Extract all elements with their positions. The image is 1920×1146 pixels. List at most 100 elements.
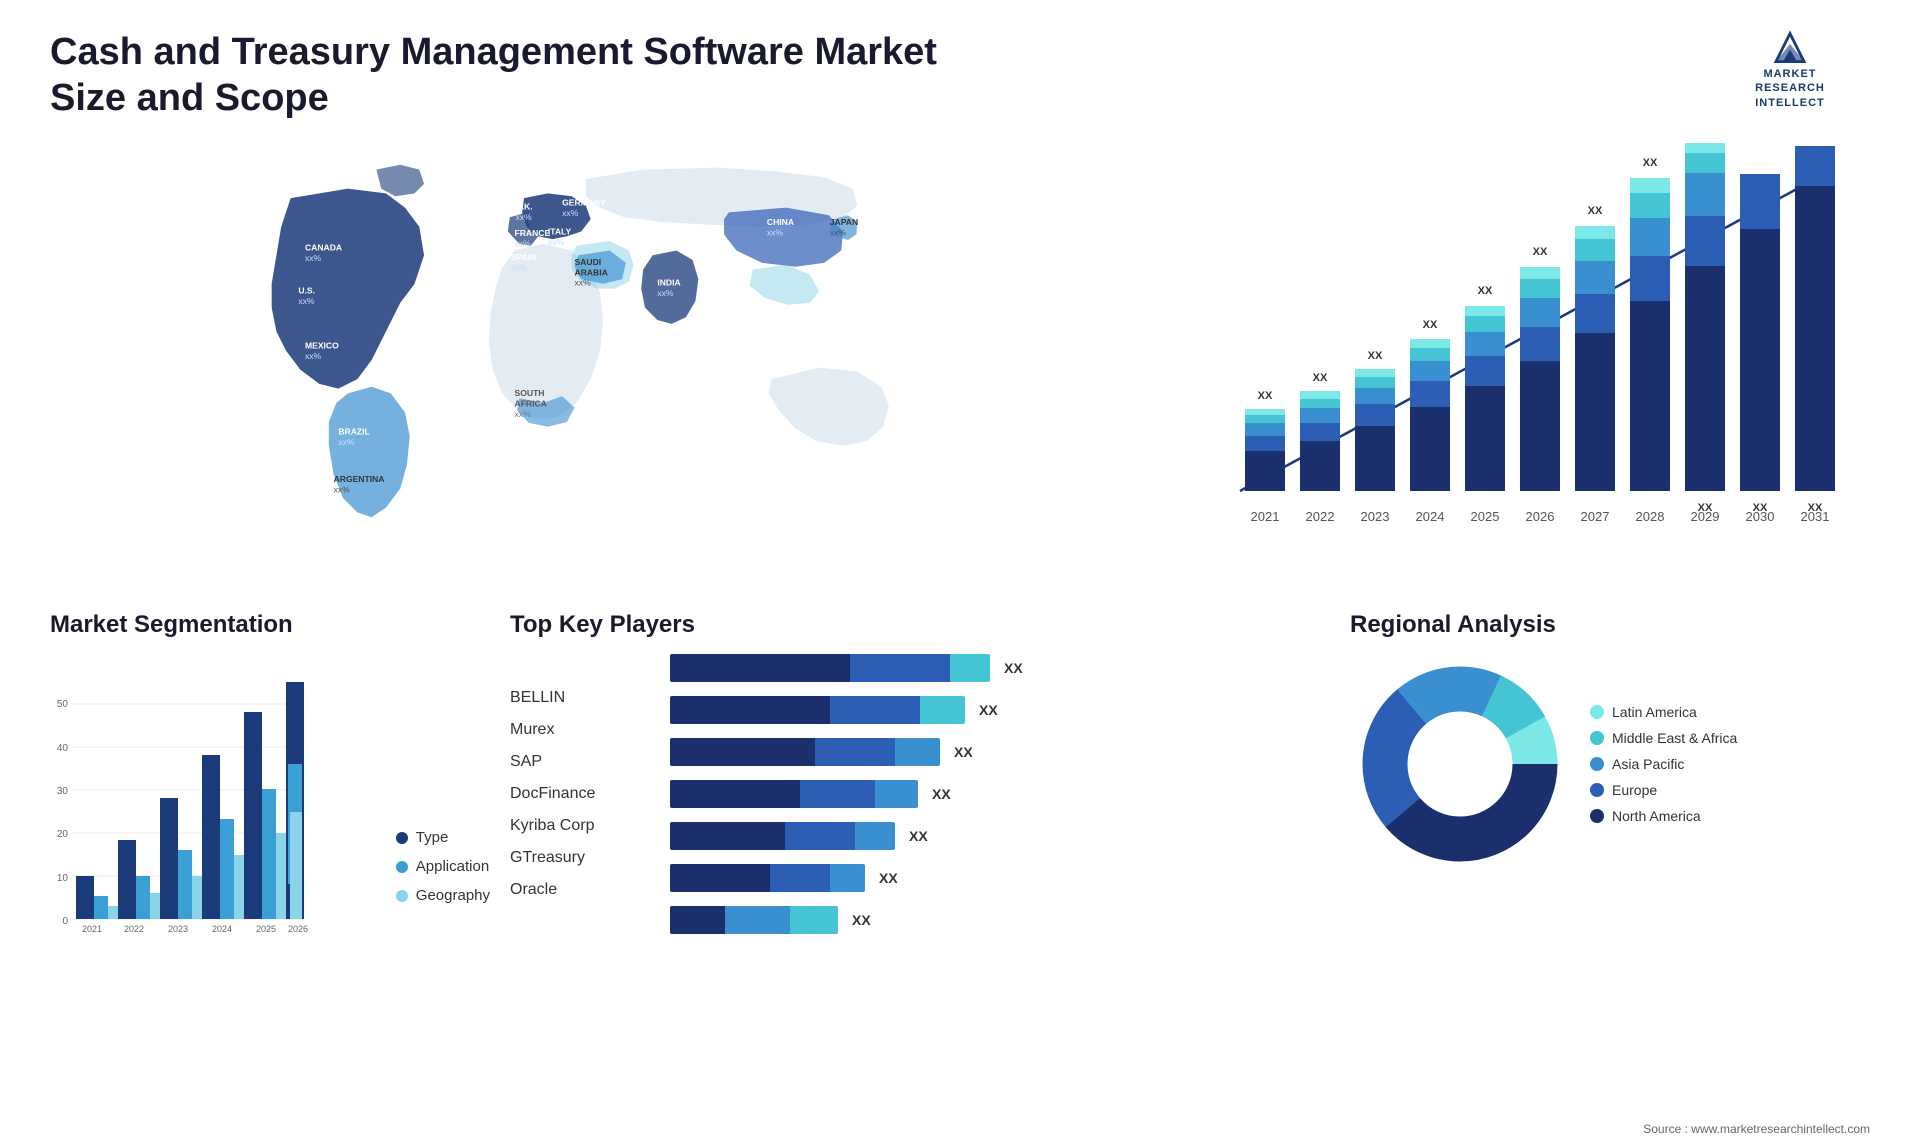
svg-text:XX: XX: [1643, 157, 1658, 169]
reg-dot-latin: [1590, 705, 1604, 719]
player-bar-label-gtreasury: XX: [879, 870, 898, 886]
player-bar-label-kyriba: XX: [909, 828, 928, 844]
logo-icon: [1765, 30, 1815, 65]
reg-legend-europe: Europe: [1590, 782, 1737, 798]
player-kyriba: Kyriba Corp: [510, 817, 640, 835]
player-bar-label-oracle: XX: [852, 912, 871, 928]
player-bar-oracle: XX: [670, 906, 1330, 934]
svg-text:BRAZIL: BRAZIL: [338, 427, 369, 437]
svg-text:INDIA: INDIA: [657, 278, 680, 288]
svg-text:0: 0: [62, 916, 68, 927]
reg-dot-europe: [1590, 783, 1604, 797]
legend-geography-dot: [396, 890, 408, 902]
player-bar-label-bellin: XX: [1004, 660, 1023, 676]
reg-dot-mideast: [1590, 731, 1604, 745]
svg-text:xx%: xx%: [298, 296, 315, 306]
svg-text:2025: 2025: [256, 924, 276, 934]
svg-text:ARABIA: ARABIA: [575, 267, 608, 277]
svg-text:2025: 2025: [1471, 509, 1500, 524]
map-container: CANADA xx% U.S. xx% MEXICO xx% BRAZIL xx…: [50, 141, 1160, 541]
svg-text:XX: XX: [1368, 350, 1383, 362]
reg-legend-north-america: North America: [1590, 808, 1737, 824]
svg-text:XX: XX: [1698, 502, 1713, 514]
player-sap: SAP: [510, 753, 640, 771]
svg-text:XX: XX: [1533, 246, 1548, 258]
player-bar-kyriba: XX: [670, 822, 1330, 850]
svg-text:FRANCE: FRANCE: [515, 228, 551, 238]
svg-text:AFRICA: AFRICA: [515, 399, 547, 409]
players-list: BELLIN Murex SAP DocFinance Kyriba Corp …: [510, 654, 640, 934]
svg-text:ARGENTINA: ARGENTINA: [334, 474, 385, 484]
svg-text:2024: 2024: [1416, 509, 1445, 524]
player-docfinance: DocFinance: [510, 785, 640, 803]
reg-dot-northam: [1590, 809, 1604, 823]
svg-text:XX: XX: [1258, 390, 1273, 402]
svg-text:2021: 2021: [82, 924, 102, 934]
svg-text:2023: 2023: [1361, 509, 1390, 524]
reg-legend-latin-america: Latin America: [1590, 704, 1737, 720]
svg-text:xx%: xx%: [830, 227, 847, 237]
legend-geography: Geography: [396, 887, 490, 904]
svg-text:2026: 2026: [1526, 509, 1555, 524]
svg-text:xx%: xx%: [562, 208, 579, 218]
regional-container: Latin America Middle East & Africa Asia …: [1350, 654, 1870, 874]
players-title: Top Key Players: [510, 611, 1330, 639]
svg-text:XX: XX: [1753, 502, 1768, 514]
svg-text:2022: 2022: [124, 924, 144, 934]
reg-legend-asia-pacific: Asia Pacific: [1590, 756, 1737, 772]
svg-text:ITALY: ITALY: [548, 227, 572, 237]
svg-text:2024: 2024: [212, 924, 232, 934]
svg-text:CANADA: CANADA: [305, 243, 342, 253]
svg-text:xx%: xx%: [657, 288, 674, 298]
player-bar-sap: XX: [670, 738, 1330, 766]
player-bar-bellin: XX: [670, 654, 1330, 682]
svg-text:MEXICO: MEXICO: [305, 341, 339, 351]
svg-text:2026: 2026: [288, 924, 308, 934]
world-map-svg: CANADA xx% U.S. xx% MEXICO xx% BRAZIL xx…: [50, 141, 1160, 541]
svg-text:xx%: xx%: [305, 253, 322, 263]
svg-text:2022: 2022: [1306, 509, 1335, 524]
source-text: Source : www.marketresearchintellect.com: [1643, 1122, 1870, 1136]
bar-chart-section: XX XX XX XX: [1190, 141, 1870, 581]
map-section: CANADA xx% U.S. xx% MEXICO xx% BRAZIL xx…: [50, 141, 1160, 581]
svg-text:10: 10: [57, 873, 69, 884]
player-bar-gtreasury: XX: [670, 864, 1330, 892]
svg-text:xx%: xx%: [548, 237, 565, 247]
svg-text:xx%: xx%: [515, 212, 532, 222]
bar-chart-svg: XX XX XX XX: [1190, 141, 1870, 561]
donut-chart: [1350, 654, 1570, 874]
player-gtreasury: GTreasury: [510, 849, 640, 867]
player-bar-label-docfinance: XX: [932, 786, 951, 802]
logo-text: MARKET RESEARCH INTELLECT: [1755, 67, 1825, 110]
svg-text:40: 40: [57, 743, 69, 754]
player-bar-label-sap: XX: [954, 744, 973, 760]
svg-text:2027: 2027: [1581, 509, 1610, 524]
player-bar-label-murex: XX: [979, 702, 998, 718]
svg-text:xx%: xx%: [515, 239, 532, 249]
segmentation-legend: Type Application Geography: [396, 829, 490, 934]
svg-text:SAUDI: SAUDI: [575, 257, 602, 267]
player-bellin: BELLIN: [510, 689, 640, 707]
segmentation-title: Market Segmentation: [50, 611, 490, 639]
regional-section: Regional Analysis: [1350, 611, 1870, 971]
reg-legend-middle-east: Middle East & Africa: [1590, 730, 1737, 746]
player-murex: Murex: [510, 721, 640, 739]
legend-type: Type: [396, 829, 490, 846]
svg-text:xx%: xx%: [511, 263, 528, 273]
svg-text:30: 30: [57, 786, 69, 797]
svg-text:xx%: xx%: [515, 409, 532, 419]
svg-text:XX: XX: [1478, 285, 1493, 297]
player-bar-murex: XX: [670, 696, 1330, 724]
logo: MARKET RESEARCH INTELLECT: [1710, 30, 1870, 110]
players-bars: XX XX: [670, 654, 1330, 934]
svg-text:xx%: xx%: [767, 227, 784, 237]
players-container: BELLIN Murex SAP DocFinance Kyriba Corp …: [510, 654, 1330, 934]
page-title: Cash and Treasury Management Software Ma…: [50, 30, 950, 121]
svg-text:SOUTH: SOUTH: [515, 388, 545, 398]
legend-type-dot: [396, 832, 408, 844]
segmentation-chart-svg: 0 10 20 30 40 50: [50, 674, 310, 934]
svg-text:xx%: xx%: [334, 485, 351, 495]
legend-application-dot: [396, 861, 408, 873]
bottom-row: Market Segmentation 0 10 20 30 40 50: [50, 611, 1870, 971]
players-section: Top Key Players BELLIN Murex SAP DocFina…: [510, 611, 1330, 971]
